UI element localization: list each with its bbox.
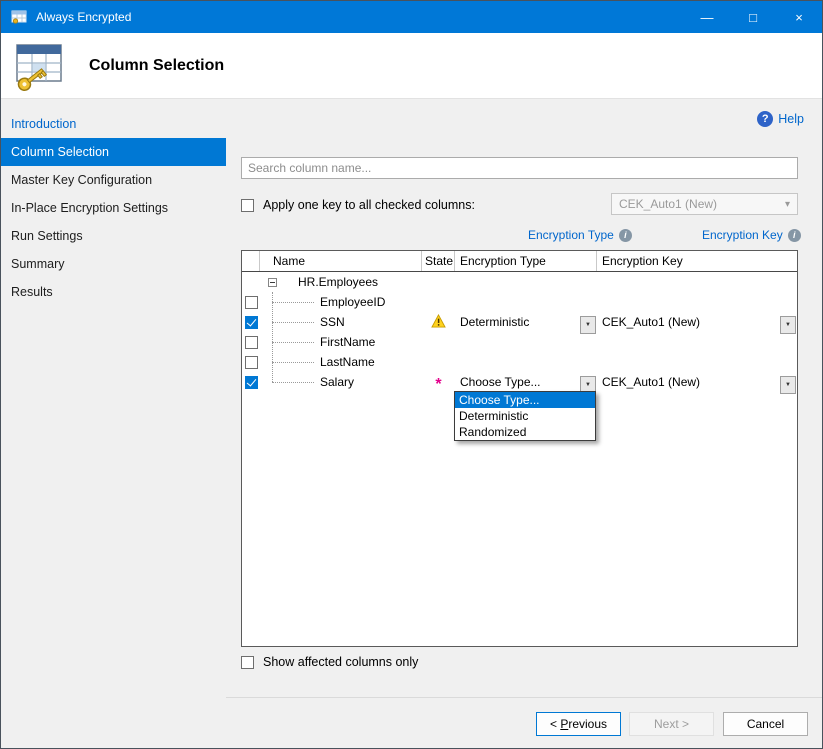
info-icon[interactable]: i [788,229,801,242]
help-label: Help [778,112,804,126]
encryption-type-header-link[interactable]: Encryption Type i [528,228,632,242]
table-row-firstname[interactable]: FirstName [242,332,797,352]
sidebar-item-introduction[interactable]: Introduction [1,110,226,138]
encryption-type-dropdown: Choose Type... Deterministic Randomized [454,391,596,441]
cancel-button[interactable]: Cancel [723,712,808,736]
wizard-header: Column Selection [1,33,822,99]
info-icon[interactable]: i [619,229,632,242]
help-link[interactable]: ? Help [757,111,804,127]
show-affected-columns-checkbox[interactable] [241,656,254,669]
sidebar-item-run-settings[interactable]: Run Settings [1,222,226,250]
sidebar-item-summary[interactable]: Summary [1,250,226,278]
sidebar-item-master-key-configuration[interactable]: Master Key Configuration [1,166,226,194]
show-affected-columns-label: Show affected columns only [263,655,418,669]
table-row-employeeid[interactable]: EmployeeID [242,292,797,312]
row-checkbox[interactable] [245,376,258,389]
chevron-down-icon: ▾ [785,199,790,210]
columns-grid: Name State Encryption Type Encryption Ke… [241,250,798,647]
encryption-type-value: Deterministic [460,315,529,329]
tree-line [272,362,314,363]
grid-header-encryption-type: Encryption Type [455,251,597,271]
previous-button-rest: revious [568,717,607,731]
table-key-icon [13,41,65,91]
sidebar-item-results[interactable]: Results [1,278,226,306]
dropdown-option-deterministic[interactable]: Deterministic [455,408,595,424]
tree-line [272,342,314,343]
footer-divider [226,697,822,698]
encryption-key-header-link[interactable]: Encryption Key i [702,228,801,242]
encryption-key-value: CEK_Auto1 (New) [602,375,700,389]
maximize-button[interactable]: □ [730,1,776,33]
encryption-key-cell[interactable]: CEK_Auto1 (New) ▼ [597,315,797,329]
encryption-type-link-label: Encryption Type [528,228,614,242]
tree-line [272,302,314,303]
warning-icon [431,314,446,331]
sidebar-item-column-selection[interactable]: Column Selection [1,138,226,166]
row-checkbox[interactable] [245,316,258,329]
always-encrypted-window: Always Encrypted — □ × [0,0,823,749]
tree-line [272,292,273,382]
grid-header-name: Name [260,251,422,271]
cek-key-combo-value: CEK_Auto1 (New) [619,197,717,211]
group-name-cell: HR.Employees [260,275,422,289]
previous-button-accel: P [560,717,568,731]
dropdown-option-choose-type[interactable]: Choose Type... [455,392,595,408]
previous-button[interactable]: < Previous [536,712,621,736]
search-column-input[interactable] [241,157,798,179]
app-icon [11,9,27,25]
page-title: Column Selection [89,57,224,75]
dropdown-option-randomized[interactable]: Randomized [455,424,595,440]
close-button[interactable]: × [776,1,822,33]
dropdown-arrow-button[interactable]: ▼ [580,316,596,334]
table-row-salary[interactable]: Salary * Choose Type... ▼ CEK_Auto1 (New… [242,372,797,392]
sidebar-item-in-place-encryption-settings[interactable]: In-Place Encryption Settings [1,194,226,222]
encryption-type-value: Choose Type... [460,375,541,389]
table-row-ssn[interactable]: SSN Deterministic ▼ CEK_Auto1 (N [242,312,797,332]
window-title: Always Encrypted [36,10,131,24]
grid-header-encryption-key: Encryption Key [597,251,797,271]
row-checkbox[interactable] [245,356,258,369]
encryption-type-cell[interactable]: Deterministic ▼ [455,315,597,329]
window-controls: — □ × [684,1,822,33]
dropdown-arrow-button[interactable]: ▼ [780,376,796,394]
column-name: EmployeeID [320,295,385,309]
column-name: SSN [320,315,345,329]
cek-key-combo: CEK_Auto1 (New) ▾ [611,193,798,215]
row-checkbox[interactable] [245,296,258,309]
tree-line [272,382,314,383]
tree-collapse-icon[interactable] [268,278,277,287]
table-row-lastname[interactable]: LastName [242,352,797,372]
column-name: Salary [320,375,354,389]
encryption-key-value: CEK_Auto1 (New) [602,315,700,329]
main-panel: ? Help Apply one key to all checked colu… [226,100,822,748]
wizard-steps-sidebar: Introduction Column Selection Master Key… [1,100,226,748]
tree-line [272,322,314,323]
help-icon: ? [757,111,773,127]
column-name: FirstName [320,335,375,349]
group-label: HR.Employees [298,275,378,289]
grid-header-checkbox-col [242,251,260,271]
column-name: LastName [320,355,375,369]
dropdown-arrow-button[interactable]: ▼ [780,316,796,334]
apply-one-key-label: Apply one key to all checked columns: [263,198,475,212]
apply-one-key-checkbox[interactable] [241,199,254,212]
encryption-key-link-label: Encryption Key [702,228,783,242]
title-bar: Always Encrypted — □ × [1,1,822,33]
encryption-type-cell[interactable]: Choose Type... ▼ [455,375,597,389]
grid-header-state: State [422,251,455,271]
required-asterisk-icon: * [435,380,441,390]
table-row-group[interactable]: HR.Employees [242,272,797,292]
row-checkbox[interactable] [245,336,258,349]
grid-header-row: Name State Encryption Type Encryption Ke… [242,251,797,272]
minimize-button[interactable]: — [684,1,730,33]
encryption-key-cell[interactable]: CEK_Auto1 (New) ▼ [597,375,797,389]
next-button: Next > [629,712,714,736]
previous-button-prefix: < [550,717,560,731]
